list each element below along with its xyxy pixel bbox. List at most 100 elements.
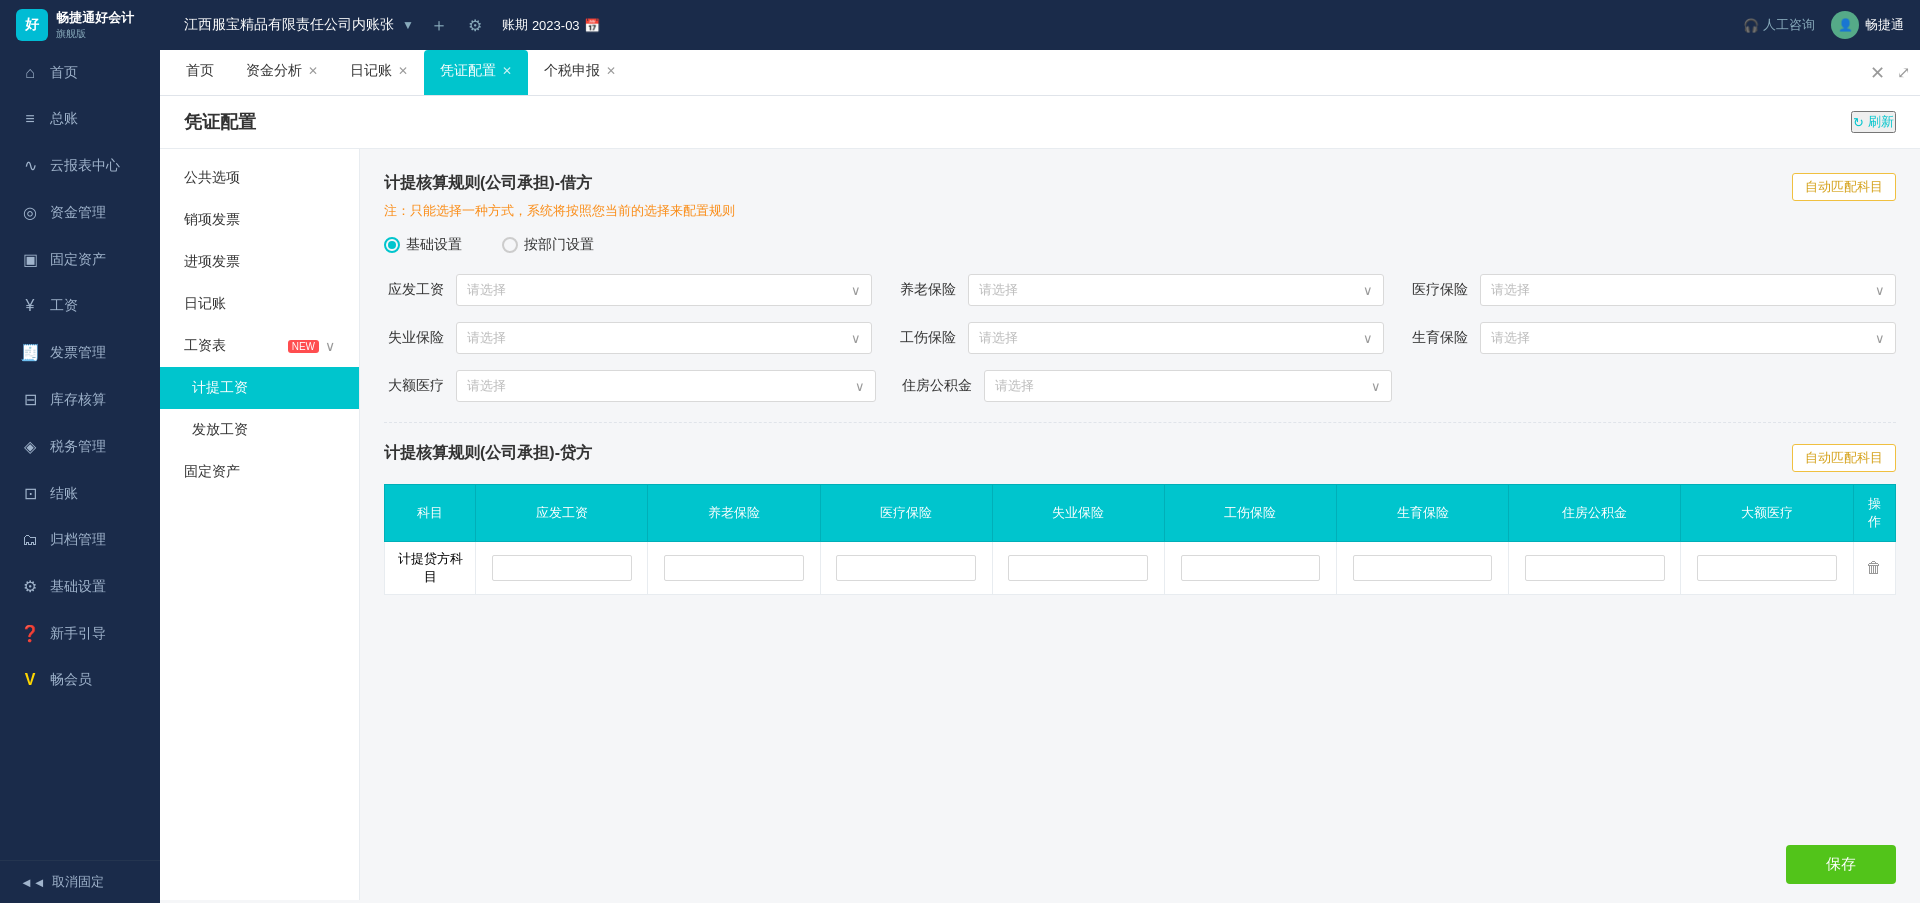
select-housing-fund[interactable]: 请选择 ∨ <box>984 370 1392 402</box>
radio-basic-settings[interactable]: 基础设置 <box>384 236 462 254</box>
tab-voucher-config[interactable]: 凭证配置 ✕ <box>424 50 528 95</box>
select-injury[interactable]: 请选择 ∨ <box>968 322 1384 354</box>
th-unemployment: 失业保险 <box>992 485 1164 542</box>
panel-layout: 公共选项 销项发票 进项发票 日记账 工资表 NEW ∨ 计提工资 发放工资 固… <box>160 149 1920 900</box>
consult-button[interactable]: 🎧 人工咨询 <box>1743 16 1815 34</box>
nav-item-sales-invoice[interactable]: 销项发票 <box>160 199 359 241</box>
td-gross-salary-val <box>476 542 648 595</box>
select-housing-fund-arrow-icon: ∨ <box>1371 379 1381 394</box>
tab-journal[interactable]: 日记账 ✕ <box>334 50 424 95</box>
field-medical: 医疗保险 请选择 ∨ <box>1408 274 1896 306</box>
select-large-medical-arrow-icon: ∨ <box>855 379 865 394</box>
expand-icon[interactable]: ⤢ <box>1897 63 1910 82</box>
settings-icon[interactable]: ⚙ <box>468 16 482 35</box>
refresh-button[interactable]: ↻ 刷新 <box>1851 111 1896 133</box>
sidebar-item-tax[interactable]: ◈ 税务管理 <box>0 423 160 470</box>
select-unemployment[interactable]: 请选择 ∨ <box>456 322 872 354</box>
tax-icon: ◈ <box>20 437 40 456</box>
form-row-2: 失业保险 请选择 ∨ 工伤保险 请选择 <box>384 322 1896 354</box>
sidebar-item-ledger[interactable]: ≡ 总账 <box>0 96 160 142</box>
td-medical-val <box>820 542 992 595</box>
nav-item-purchase-invoice[interactable]: 进项发票 <box>160 241 359 283</box>
sidebar-item-funds[interactable]: ◎ 资金管理 <box>0 189 160 236</box>
tab-close-funds[interactable]: ✕ <box>308 64 318 78</box>
form-row-1: 应发工资 请选择 ∨ 养老保险 请选择 <box>384 274 1896 306</box>
select-medical-arrow-icon: ∨ <box>1875 283 1885 298</box>
td-delete: 🗑 <box>1853 542 1895 595</box>
sidebar-item-assets[interactable]: ▣ 固定资产 <box>0 236 160 283</box>
tab-home[interactable]: 首页 <box>170 50 230 95</box>
archive-icon: 🗂 <box>20 531 40 549</box>
save-button[interactable]: 保存 <box>1786 845 1896 884</box>
input-unemployment-credit[interactable] <box>1008 555 1148 581</box>
sidebar-item-inventory[interactable]: ⊟ 库存核算 <box>0 376 160 423</box>
close-all-tabs-icon[interactable]: ✕ <box>1870 62 1885 84</box>
radio-dot-basic <box>388 241 396 249</box>
select-arrow-icon: ∨ <box>851 283 861 298</box>
section2-auto-match-button[interactable]: 自动匹配科目 <box>1792 444 1896 472</box>
inventory-icon: ⊟ <box>20 390 40 409</box>
select-medical[interactable]: 请选择 ∨ <box>1480 274 1896 306</box>
sidebar-item-reports[interactable]: ∿ 云报表中心 <box>0 142 160 189</box>
ledger-icon: ≡ <box>20 110 40 128</box>
company-name[interactable]: 江西服宝精品有限责任公司内账张 ▼ ＋ ⚙ 账期 2023-03 📅 <box>184 13 1743 37</box>
table-row: 计提贷方科目 <box>385 542 1896 595</box>
tab-bar: 首页 资金分析 ✕ 日记账 ✕ 凭证配置 ✕ 个税申报 ✕ ✕ ⤢ <box>160 50 1920 96</box>
nav-item-pay-salary[interactable]: 发放工资 <box>160 409 359 451</box>
sidebar-item-guide[interactable]: ❓ 新手引导 <box>0 610 160 657</box>
tab-close-tax[interactable]: ✕ <box>606 64 616 78</box>
sidebar-item-vip[interactable]: V 畅会员 <box>0 657 160 703</box>
input-housing-fund-credit[interactable] <box>1525 555 1665 581</box>
select-pension[interactable]: 请选择 ∨ <box>968 274 1384 306</box>
logo-icon: 好 <box>16 9 48 41</box>
th-gross-salary: 应发工资 <box>476 485 648 542</box>
input-pension-credit[interactable] <box>664 555 804 581</box>
input-maternity-credit[interactable] <box>1353 555 1493 581</box>
input-medical-credit[interactable] <box>836 555 976 581</box>
select-large-medical[interactable]: 请选择 ∨ <box>456 370 876 402</box>
tab-funds-analysis[interactable]: 资金分析 ✕ <box>230 50 334 95</box>
expand-arrow-icon: ∨ <box>325 338 335 354</box>
tab-close-journal[interactable]: ✕ <box>398 64 408 78</box>
cancel-fixed-icon: ◄◄ <box>20 875 46 890</box>
field-unemployment: 失业保险 请选择 ∨ <box>384 322 872 354</box>
assets-icon: ▣ <box>20 250 40 269</box>
section1-auto-match-button[interactable]: 自动匹配科目 <box>1792 173 1896 201</box>
select-injury-arrow-icon: ∨ <box>1363 331 1373 346</box>
sidebar-item-settings[interactable]: ⚙ 基础设置 <box>0 563 160 610</box>
radio-dept-settings[interactable]: 按部门设置 <box>502 236 594 254</box>
tab-close-voucher[interactable]: ✕ <box>502 64 512 78</box>
content-area: 首页 资金分析 ✕ 日记账 ✕ 凭证配置 ✕ 个税申报 ✕ ✕ ⤢ <box>160 50 1920 903</box>
company-dropdown-icon[interactable]: ▼ <box>402 18 414 32</box>
nav-item-payroll-table[interactable]: 工资表 NEW ∨ <box>160 325 359 367</box>
user-menu[interactable]: 👤 畅捷通 <box>1831 11 1904 39</box>
td-injury-val <box>1164 542 1336 595</box>
tab-bar-controls: ✕ ⤢ <box>1870 50 1910 95</box>
select-maternity[interactable]: 请选择 ∨ <box>1480 322 1896 354</box>
page-content: 凭证配置 ↻ 刷新 公共选项 销项发票 进项发票 日记账 工资表 <box>160 96 1920 903</box>
sidebar-item-invoice[interactable]: 🧾 发票管理 <box>0 329 160 376</box>
radio-circle-basic <box>384 237 400 253</box>
logo-text: 畅捷通好会计 旗舰版 <box>56 9 134 41</box>
add-company-icon[interactable]: ＋ <box>430 13 448 37</box>
delete-row-button[interactable]: 🗑 <box>1866 559 1882 576</box>
main-form-wrapper: 计提核算规则(公司承担)-借方 注：只能选择一种方式，系统将按照您当前的选择来配… <box>360 149 1920 900</box>
sidebar-item-archive[interactable]: 🗂 归档管理 <box>0 517 160 563</box>
field-maternity: 生育保险 请选择 ∨ <box>1408 322 1896 354</box>
select-unemployment-arrow-icon: ∨ <box>851 331 861 346</box>
nav-item-journal[interactable]: 日记账 <box>160 283 359 325</box>
th-large-medical: 大额医疗 <box>1681 485 1853 542</box>
nav-item-public-options[interactable]: 公共选项 <box>160 157 359 199</box>
field-housing-fund: 住房公积金 请选择 ∨ <box>900 370 1392 402</box>
sidebar-item-closing[interactable]: ⊡ 结账 <box>0 470 160 517</box>
input-gross-salary-credit[interactable] <box>492 555 632 581</box>
sidebar-item-salary[interactable]: ¥ 工资 <box>0 283 160 329</box>
select-gross-salary[interactable]: 请选择 ∨ <box>456 274 872 306</box>
input-large-medical-credit[interactable] <box>1697 555 1837 581</box>
cancel-fixed-button[interactable]: ◄◄ 取消固定 <box>0 860 160 903</box>
tab-tax-return[interactable]: 个税申报 ✕ <box>528 50 632 95</box>
input-injury-credit[interactable] <box>1181 555 1321 581</box>
nav-item-accrue-payroll[interactable]: 计提工资 <box>160 367 359 409</box>
nav-item-fixed-assets[interactable]: 固定资产 <box>160 451 359 493</box>
sidebar-item-home[interactable]: ⌂ 首页 <box>0 50 160 96</box>
